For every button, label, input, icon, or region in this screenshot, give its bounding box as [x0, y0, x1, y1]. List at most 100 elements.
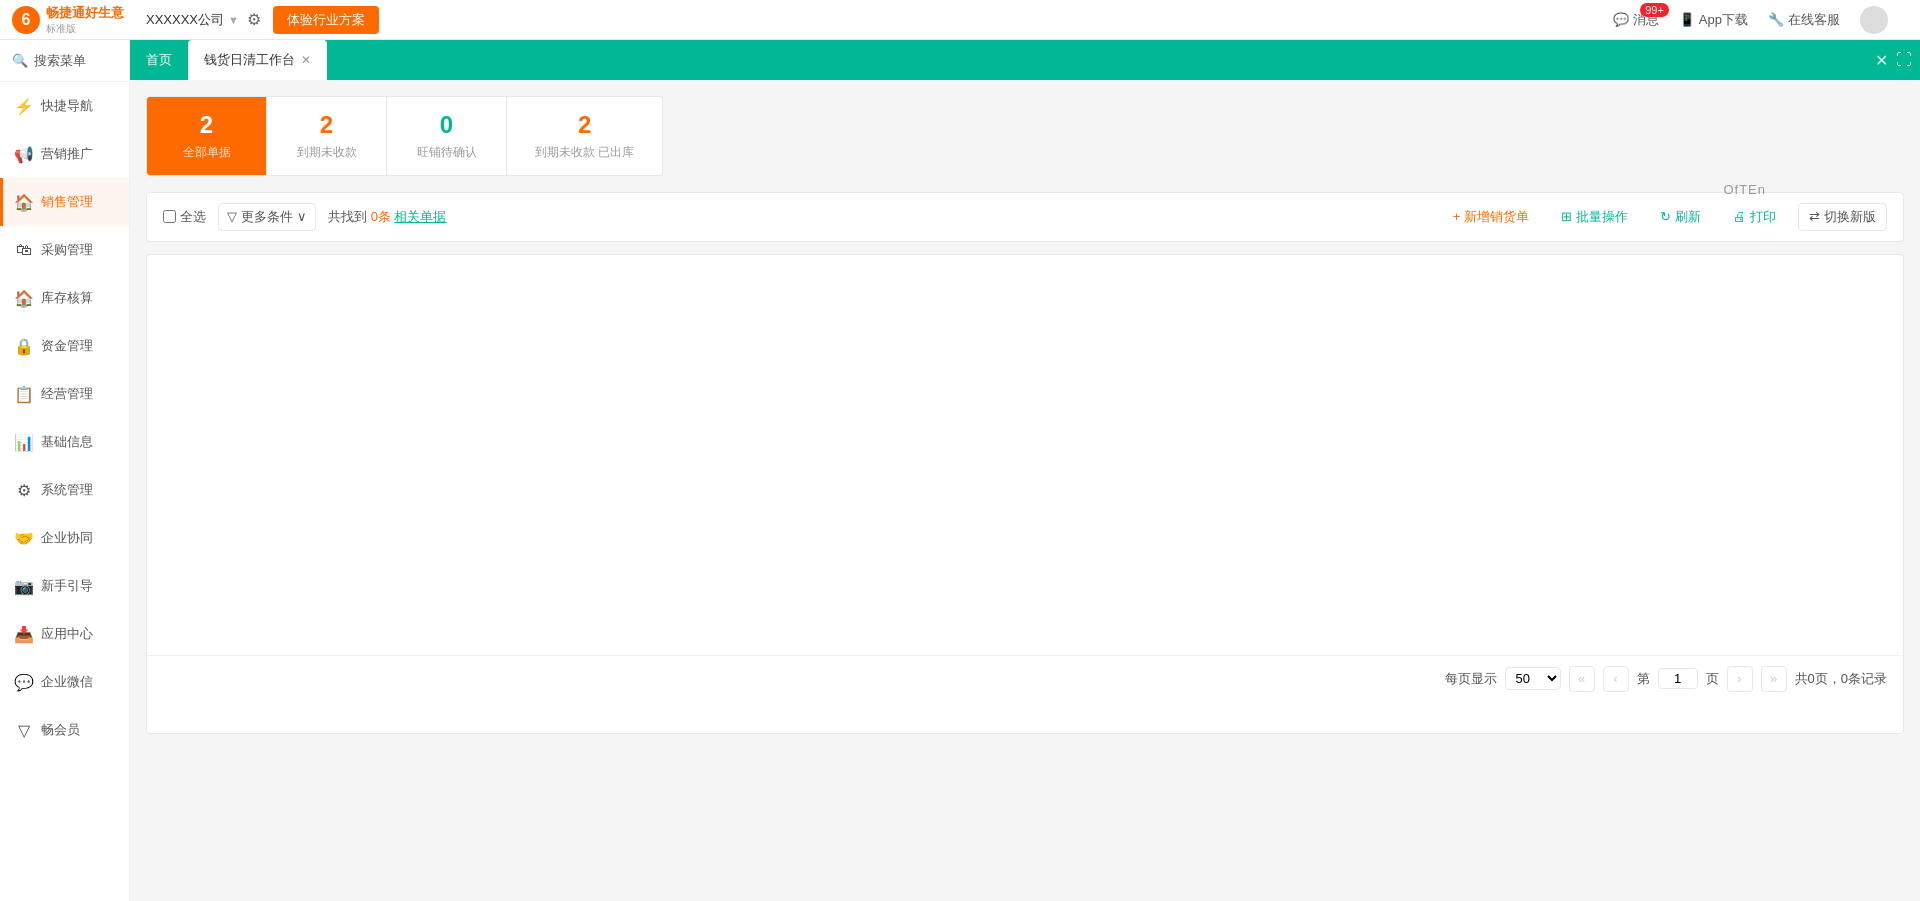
page-label: 第 — [1637, 670, 1650, 688]
tab-cash-goods-label: 钱货日清工作台 — [204, 51, 295, 69]
company-selector[interactable]: XXXXXX公司 ▼ — [146, 11, 239, 29]
select-all-checkbox[interactable]: 全选 — [163, 208, 206, 226]
sidebar-item-finance[interactable]: 🔒 资金管理 — [0, 322, 129, 370]
stat-number-all: 2 — [175, 111, 238, 140]
often-text: OfTEn — [1723, 182, 1766, 197]
sidebar-label-business: 经营管理 — [41, 385, 93, 403]
switch-icon: ⇄ — [1809, 209, 1820, 224]
stat-card-pending-confirm[interactable]: 0 旺铺待确认 — [387, 97, 507, 175]
purchase-icon: 🛍 — [15, 241, 33, 259]
service-icon: 🔧 — [1768, 12, 1784, 27]
wechat-icon: 💬 — [15, 673, 33, 691]
found-text: 共找到 0条 相关单据 — [328, 208, 446, 226]
sidebar-item-purchase[interactable]: 🛍 采购管理 — [0, 226, 129, 274]
sidebar-item-basic-info[interactable]: 📊 基础信息 — [0, 418, 129, 466]
quick-nav-icon: ⚡ — [15, 97, 33, 115]
stat-card-overdue-unpaid[interactable]: 2 到期未收款 — [267, 97, 387, 175]
close-icon[interactable]: ✕ — [301, 53, 311, 67]
sidebar-label-guide: 新手引导 — [41, 577, 93, 595]
app-download-label: App下载 — [1699, 11, 1748, 29]
tab-home[interactable]: 首页 — [130, 40, 188, 80]
sidebar-item-system[interactable]: ⚙ 系统管理 — [0, 466, 129, 514]
prev-page-button[interactable]: ‹ — [1603, 666, 1629, 692]
batch-label: 批量操作 — [1576, 208, 1628, 226]
search-menu[interactable]: 🔍 搜索菜单 — [0, 40, 129, 82]
refresh-icon: ↻ — [1660, 209, 1671, 224]
tab-home-label: 首页 — [146, 51, 172, 69]
sidebar-item-member[interactable]: ▽ 畅会员 — [0, 706, 129, 754]
settings-icon[interactable]: ⚙ — [247, 10, 261, 29]
search-icon: 🔍 — [12, 53, 28, 68]
basic-info-icon: 📊 — [15, 433, 33, 451]
header: 6 畅捷通好生意 标准版 XXXXXX公司 ▼ ⚙ 体验行业方案 💬 消息 99… — [0, 0, 1920, 40]
inventory-icon: 🏠 — [15, 289, 33, 307]
app-center-icon: 📥 — [15, 625, 33, 643]
stat-number-overdue: 2 — [295, 111, 358, 140]
sidebar-label-purchase: 采购管理 — [41, 241, 93, 259]
sidebar-item-marketing[interactable]: 📢 营销推广 — [0, 130, 129, 178]
app-download-button[interactable]: 📱 App下载 — [1679, 11, 1748, 29]
total-label: 共0页，0条记录 — [1795, 670, 1887, 688]
print-label: 打印 — [1750, 208, 1776, 226]
sidebar-label-sales: 销售管理 — [41, 193, 93, 211]
toolbar-left: 全选 ▽ 更多条件 ∨ 共找到 0条 相关单据 — [163, 203, 1431, 231]
maximize-icon[interactable]: ⛶ — [1896, 51, 1912, 69]
print-button[interactable]: 🖨 打印 — [1723, 204, 1786, 230]
finance-icon: 🔒 — [15, 337, 33, 355]
sidebar-item-inventory[interactable]: 🏠 库存核算 — [0, 274, 129, 322]
switch-version-button[interactable]: ⇄ 切换新版 — [1798, 203, 1887, 231]
next-page-button[interactable]: › — [1727, 666, 1753, 692]
tab-cash-goods[interactable]: 钱货日清工作台 ✕ — [188, 40, 327, 80]
guide-icon: 📷 — [15, 577, 33, 595]
main-content: 2 全部单据 2 到期未收款 0 旺铺待确认 2 到期未收款 已出库 全选 ▽ … — [130, 80, 1920, 901]
filter-button[interactable]: ▽ 更多条件 ∨ — [218, 203, 316, 231]
stat-label-pending: 旺铺待确认 — [415, 144, 478, 161]
member-icon: ▽ — [15, 721, 33, 739]
stat-number-unship: 2 — [535, 111, 634, 140]
sidebar-item-business[interactable]: 📋 经营管理 — [0, 370, 129, 418]
stat-label-all: 全部单据 — [175, 144, 238, 161]
batch-icon: ⊞ — [1561, 209, 1572, 224]
sidebar-item-sales[interactable]: 🏠 销售管理 — [0, 178, 129, 226]
refresh-label: 刷新 — [1675, 208, 1701, 226]
per-page-select[interactable]: 50 10 20 100 — [1505, 667, 1561, 690]
sidebar-label-marketing: 营销推广 — [41, 145, 93, 163]
online-service-button[interactable]: 🔧 在线客服 — [1768, 11, 1840, 29]
trial-button[interactable]: 体验行业方案 — [273, 6, 379, 34]
avatar[interactable] — [1860, 6, 1888, 34]
header-right: 💬 消息 99+ 📱 App下载 🔧 在线客服 — [1613, 6, 1908, 34]
message-button[interactable]: 💬 消息 99+ — [1613, 11, 1659, 29]
per-page-label: 每页显示 — [1445, 670, 1497, 688]
logo-title: 畅捷通好生意 — [46, 4, 124, 22]
sidebar-item-app-center[interactable]: 📥 应用中心 — [0, 610, 129, 658]
sidebar-label-system: 系统管理 — [41, 481, 93, 499]
filter-label: 更多条件 — [241, 208, 293, 226]
table-empty — [147, 255, 1903, 655]
minimize-icon[interactable]: ✕ — [1875, 51, 1888, 70]
stat-card-overdue-unship[interactable]: 2 到期未收款 已出库 — [507, 97, 662, 175]
sidebar-item-cooperation[interactable]: 🤝 企业协同 — [0, 514, 129, 562]
select-all-input[interactable] — [163, 210, 176, 223]
last-page-button[interactable]: » — [1761, 666, 1787, 692]
sidebar-label-member: 畅会员 — [41, 721, 80, 739]
sidebar-item-guide[interactable]: 📷 新手引导 — [0, 562, 129, 610]
page-input[interactable] — [1658, 668, 1698, 689]
first-page-button[interactable]: « — [1569, 666, 1595, 692]
sidebar-item-wechat[interactable]: 💬 企业微信 — [0, 658, 129, 706]
logo-sub: 标准版 — [46, 22, 124, 36]
stat-cards: 2 全部单据 2 到期未收款 0 旺铺待确认 2 到期未收款 已出库 — [146, 96, 663, 176]
sidebar-label-wechat: 企业微信 — [41, 673, 93, 691]
sidebar-item-quick-nav[interactable]: ⚡ 快捷导航 — [0, 82, 129, 130]
sidebar-label-cooperation: 企业协同 — [41, 529, 93, 547]
sidebar-label-quick-nav: 快捷导航 — [41, 97, 93, 115]
batch-button[interactable]: ⊞ 批量操作 — [1551, 204, 1638, 230]
found-count: 0条 — [371, 209, 391, 224]
select-all-label: 全选 — [180, 208, 206, 226]
refresh-button[interactable]: ↻ 刷新 — [1650, 204, 1711, 230]
sidebar-label-inventory: 库存核算 — [41, 289, 93, 307]
stat-card-all[interactable]: 2 全部单据 — [147, 97, 267, 175]
sidebar-label-finance: 资金管理 — [41, 337, 93, 355]
found-link[interactable]: 相关单据 — [394, 209, 446, 224]
pagination: 每页显示 50 10 20 100 « ‹ 第 页 › » 共0页，0条记录 — [147, 655, 1903, 702]
add-sales-button[interactable]: + 新增销货单 — [1443, 204, 1539, 230]
